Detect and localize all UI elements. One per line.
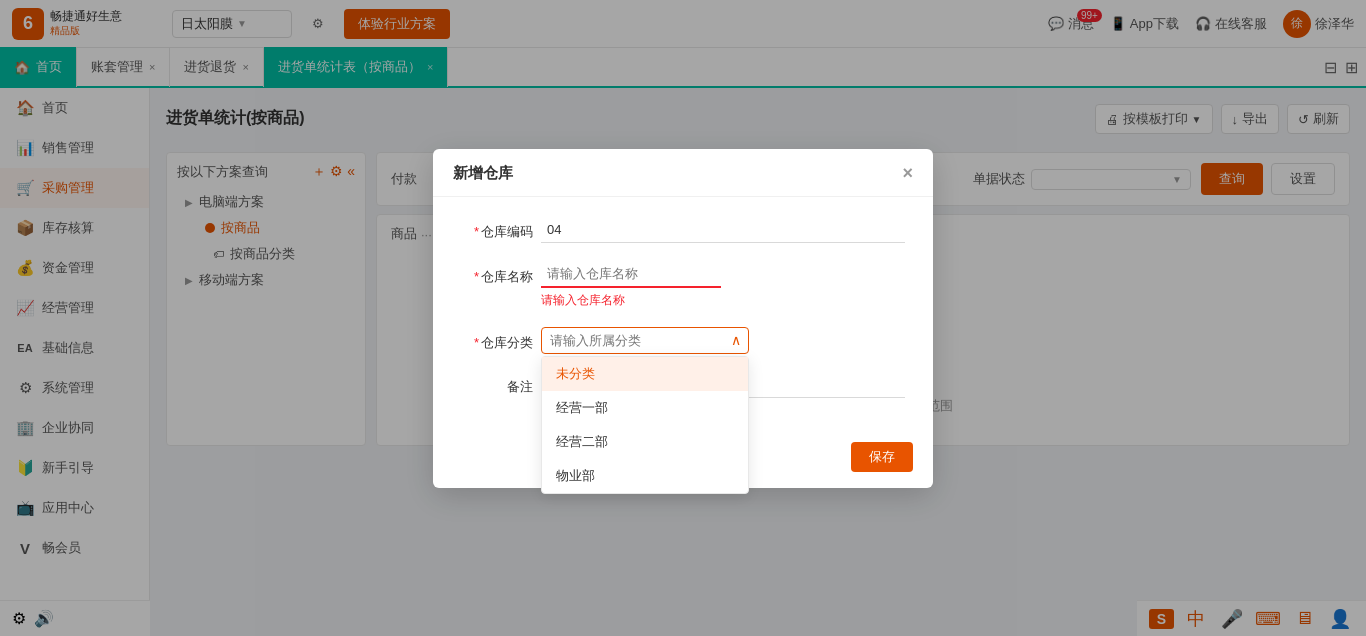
- modal-overlay: 新增仓库 × *仓库编码 *仓库名称 请输入仓库名称: [0, 0, 1366, 636]
- form-row-name: *仓库名称 请输入仓库名称: [461, 261, 905, 309]
- code-input[interactable]: [541, 217, 905, 243]
- category-dropdown: 未分类 经营一部 经营二部 物业部: [541, 356, 749, 494]
- modal-close-icon[interactable]: ×: [902, 163, 913, 184]
- form-row-code: *仓库编码: [461, 217, 905, 243]
- category-label: *仓库分类: [461, 328, 541, 352]
- category-input[interactable]: [541, 327, 749, 354]
- code-label: *仓库编码: [461, 217, 541, 241]
- dropdown-item-dept1[interactable]: 经营一部: [542, 391, 748, 425]
- modal-title: 新增仓库: [453, 164, 513, 183]
- dropdown-item-dept2[interactable]: 经营二部: [542, 425, 748, 459]
- dropdown-item-dept3[interactable]: 物业部: [542, 459, 748, 493]
- name-input[interactable]: [541, 261, 721, 288]
- name-label: *仓库名称: [461, 262, 541, 286]
- name-error-tip: 请输入仓库名称: [541, 293, 625, 307]
- category-select-wrap: ∧ 未分类 经营一部 经营二部 物业部: [541, 327, 749, 354]
- form-row-category: *仓库分类 ∧ 未分类 经营一部 经营二部 物业部: [461, 327, 905, 354]
- notes-label: 备注: [461, 372, 541, 396]
- modal-header: 新增仓库 ×: [433, 149, 933, 197]
- modal-body: *仓库编码 *仓库名称 请输入仓库名称: [433, 197, 933, 432]
- dropdown-item-unclassified[interactable]: 未分类: [542, 357, 748, 391]
- save-button[interactable]: 保存: [851, 442, 913, 472]
- new-warehouse-modal: 新增仓库 × *仓库编码 *仓库名称 请输入仓库名称: [433, 149, 933, 488]
